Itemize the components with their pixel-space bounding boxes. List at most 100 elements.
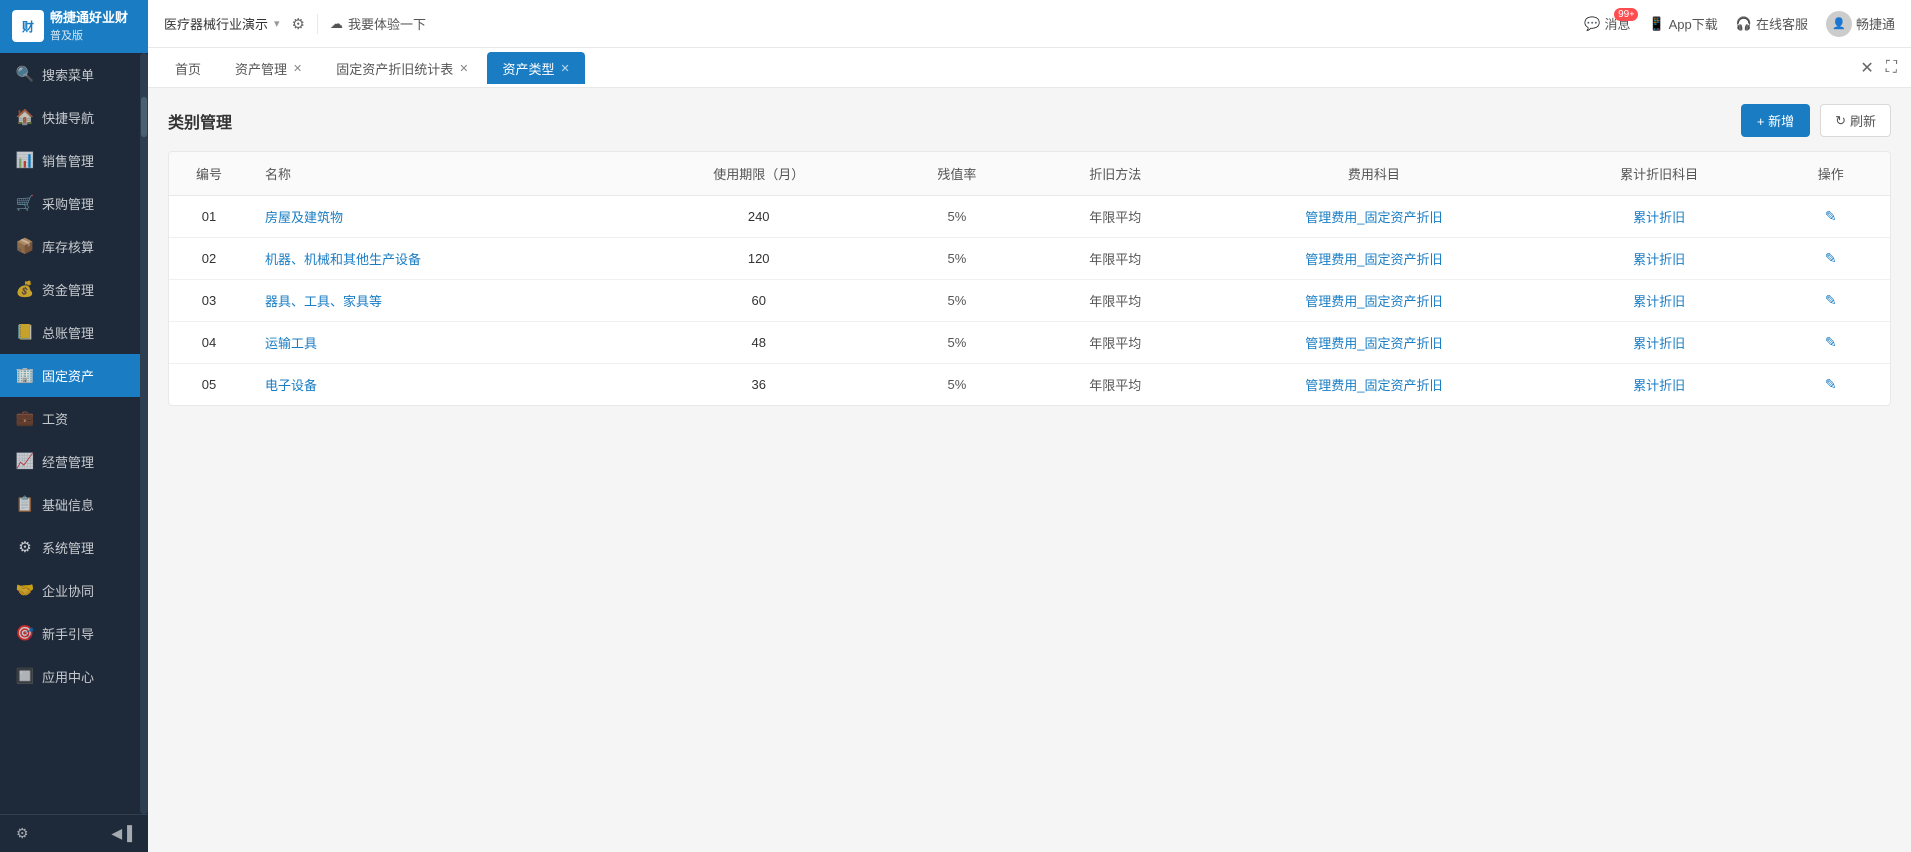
tab-asset-mgmt[interactable]: 资产管理 ✕ [220, 52, 317, 84]
asset-mgmt-label: 资产管理 [235, 59, 287, 78]
sidebar-item-9[interactable]: 📈经营管理 [0, 440, 140, 483]
sidebar-label-10: 基础信息 [42, 495, 94, 514]
table-header-row: 编号 名称 使用期限（月） 残值率 折旧方法 费用科目 累计折旧科目 操作 [169, 152, 1890, 196]
col-accum: 累计折旧科目 [1547, 152, 1772, 196]
cell-accum: 累计折旧 [1547, 322, 1772, 364]
cell-period: 48 [633, 322, 884, 364]
topbar: 医疗器械行业演示 ▾ ⚙ ☁ 我要体验一下 💬 消息 99+ 📱 App下载 🎧… [148, 0, 1911, 48]
refresh-icon: ↻ [1835, 113, 1846, 129]
app-icon: 📱 [1648, 16, 1664, 32]
table-body: 01 房屋及建筑物 240 5% 年限平均 管理费用_固定资产折旧 累计折旧 ✎… [169, 196, 1890, 406]
sidebar-label-11: 系统管理 [42, 538, 94, 557]
service-label: 在线客服 [1756, 14, 1808, 33]
user-label: 畅捷通 [1856, 14, 1895, 33]
experience-btn[interactable]: ☁ 我要体验一下 [330, 14, 426, 33]
sidebar-scrollbar[interactable] [140, 53, 148, 814]
tab-asset-mgmt-close[interactable]: ✕ [293, 62, 302, 75]
sidebar-item-1[interactable]: 🏠快捷导航 [0, 96, 140, 139]
app-download-btn[interactable]: 📱 App下载 [1648, 14, 1717, 33]
cell-period: 120 [633, 238, 884, 280]
sidebar-label-2: 销售管理 [42, 151, 94, 170]
cell-method: 年限平均 [1029, 322, 1201, 364]
category-table: 编号 名称 使用期限（月） 残值率 折旧方法 费用科目 累计折旧科目 操作 01… [168, 151, 1891, 406]
edit-btn[interactable]: ✎ [1825, 334, 1837, 350]
col-fee: 费用科目 [1201, 152, 1547, 196]
edit-btn[interactable]: ✎ [1825, 292, 1837, 308]
experience-label: 我要体验一下 [348, 14, 426, 33]
cell-method: 年限平均 [1029, 364, 1201, 406]
tab-asset-type[interactable]: 资产类型 ✕ [487, 52, 584, 84]
sidebar-label-13: 新手引导 [42, 624, 94, 643]
settings-icon[interactable]: ⚙ [16, 825, 29, 842]
sidebar-item-14[interactable]: 🔲应用中心 [0, 655, 140, 698]
sidebar-item-0[interactable]: 🔍搜索菜单 [0, 53, 140, 96]
cell-accum: 累计折旧 [1547, 238, 1772, 280]
table-row: 04 运输工具 48 5% 年限平均 管理费用_固定资产折旧 累计折旧 ✎ [169, 322, 1890, 364]
chevron-down-icon: ▾ [274, 17, 280, 30]
edit-btn[interactable]: ✎ [1825, 376, 1837, 392]
topbar-gear-icon[interactable]: ⚙ [292, 15, 305, 33]
sidebar-item-11[interactable]: ⚙系统管理 [0, 526, 140, 569]
app-label: App下载 [1669, 14, 1718, 33]
sidebar-item-6[interactable]: 📒总账管理 [0, 311, 140, 354]
tab-asset-type-close[interactable]: ✕ [561, 62, 570, 75]
demo-selector[interactable]: 医疗器械行业演示 ▾ [164, 14, 280, 33]
sidebar-item-4[interactable]: 📦库存核算 [0, 225, 140, 268]
cell-fee: 管理费用_固定资产折旧 [1201, 238, 1547, 280]
cell-fee: 管理费用_固定资产折旧 [1201, 364, 1547, 406]
sidebar-item-7[interactable]: 🏢固定资产 [0, 354, 140, 397]
tab-depreciation[interactable]: 固定资产折旧统计表 ✕ [321, 52, 483, 84]
cell-op: ✎ [1771, 196, 1890, 238]
user-btn[interactable]: 👤 畅捷通 [1826, 11, 1895, 37]
sidebar-label-3: 采购管理 [42, 194, 94, 213]
tab-depreciation-close[interactable]: ✕ [459, 62, 468, 75]
scroll-handle[interactable] [141, 97, 147, 137]
cell-accum: 累计折旧 [1547, 280, 1772, 322]
sidebar-item-2[interactable]: 📊销售管理 [0, 139, 140, 182]
page-title: 类别管理 [168, 109, 232, 133]
close-tab-btn[interactable]: ✕ [1858, 56, 1875, 80]
cell-residual: 5% [884, 196, 1029, 238]
collapse-icon[interactable]: ◀▐ [111, 825, 132, 842]
tab-home[interactable]: 首页 [160, 52, 216, 84]
sidebar-item-3[interactable]: 🛒采购管理 [0, 182, 140, 225]
col-period: 使用期限（月） [633, 152, 884, 196]
logo-icon: 财 [12, 10, 44, 42]
sidebar-nav: 🔍搜索菜单🏠快捷导航📊销售管理🛒采购管理📦库存核算💰资金管理📒总账管理🏢固定资产… [0, 53, 140, 814]
col-op: 操作 [1771, 152, 1890, 196]
msg-btn[interactable]: 💬 消息 99+ [1584, 14, 1630, 33]
tabbar-controls: ✕ ⛶ [1858, 56, 1899, 80]
cell-period: 60 [633, 280, 884, 322]
cell-name: 机器、机械和其他生产设备 [249, 238, 633, 280]
sidebar-icon-5: 💰 [16, 280, 34, 298]
refresh-button[interactable]: ↻ 刷新 [1820, 104, 1891, 137]
table: 编号 名称 使用期限（月） 残值率 折旧方法 费用科目 累计折旧科目 操作 01… [169, 152, 1890, 405]
msg-icon: 💬 [1584, 16, 1600, 32]
sidebar-item-13[interactable]: 🎯新手引导 [0, 612, 140, 655]
new-button[interactable]: + 新增 [1741, 104, 1810, 137]
topbar-divider [317, 14, 318, 34]
content-area: 类别管理 + 新增 ↻ 刷新 编号 名称 使用期限（月） 残值率 折旧方法 [148, 88, 1911, 852]
sidebar-item-12[interactable]: 🤝企业协同 [0, 569, 140, 612]
edit-btn[interactable]: ✎ [1825, 208, 1837, 224]
home-tab-label: 首页 [175, 59, 201, 78]
col-method: 折旧方法 [1029, 152, 1201, 196]
refresh-label: 刷新 [1850, 111, 1876, 130]
sidebar-item-10[interactable]: 📋基础信息 [0, 483, 140, 526]
cell-name: 电子设备 [249, 364, 633, 406]
logo-sub: 普及版 [50, 27, 128, 43]
cell-residual: 5% [884, 364, 1029, 406]
cell-id: 05 [169, 364, 249, 406]
sidebar-label-14: 应用中心 [42, 667, 94, 686]
sidebar-label-0: 搜索菜单 [42, 65, 94, 84]
sidebar-label-6: 总账管理 [42, 323, 94, 342]
edit-btn[interactable]: ✎ [1825, 250, 1837, 266]
table-row: 03 器具、工具、家具等 60 5% 年限平均 管理费用_固定资产折旧 累计折旧… [169, 280, 1890, 322]
sidebar-icon-12: 🤝 [16, 581, 34, 599]
service-btn[interactable]: 🎧 在线客服 [1736, 14, 1808, 33]
sidebar-footer: ⚙ ◀▐ [0, 814, 148, 852]
logo-title: 畅捷通好业财 [50, 10, 128, 27]
sidebar-item-8[interactable]: 💼工资 [0, 397, 140, 440]
sidebar-item-5[interactable]: 💰资金管理 [0, 268, 140, 311]
expand-btn[interactable]: ⛶ [1884, 57, 1899, 79]
